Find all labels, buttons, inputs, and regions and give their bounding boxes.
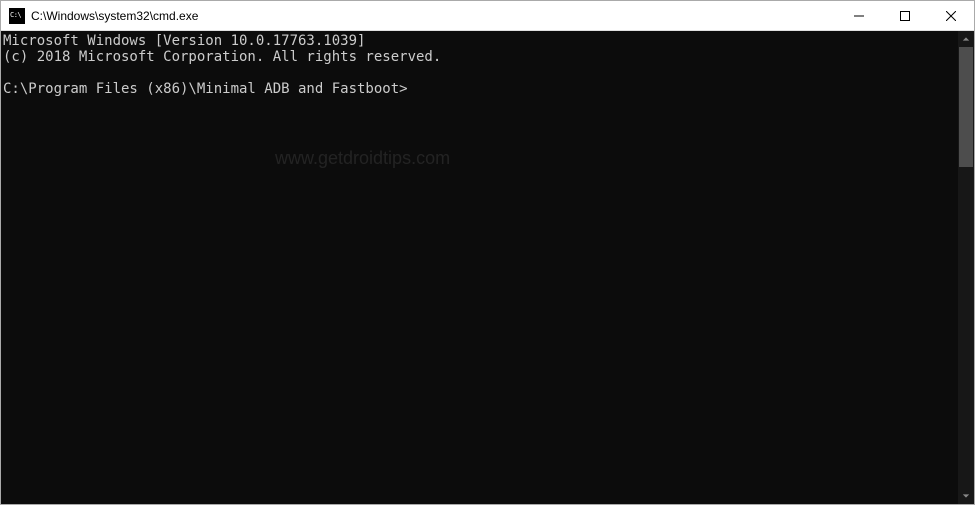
- vertical-scrollbar[interactable]: [958, 31, 974, 504]
- scroll-down-button[interactable]: [958, 488, 974, 504]
- close-icon: [946, 11, 956, 21]
- scrollbar-thumb[interactable]: [959, 47, 973, 167]
- console-area: Microsoft Windows [Version 10.0.17763.10…: [1, 31, 974, 504]
- close-button[interactable]: [928, 1, 974, 30]
- titlebar[interactable]: C:\Windows\system32\cmd.exe: [1, 1, 974, 31]
- console-output[interactable]: Microsoft Windows [Version 10.0.17763.10…: [1, 31, 958, 504]
- chevron-down-icon: [962, 492, 970, 500]
- window-title: C:\Windows\system32\cmd.exe: [31, 9, 836, 23]
- console-prompt: C:\Program Files (x86)\Minimal ADB and F…: [3, 81, 408, 97]
- cmd-icon: [9, 8, 25, 24]
- minimize-button[interactable]: [836, 1, 882, 30]
- chevron-up-icon: [962, 35, 970, 43]
- minimize-icon: [854, 11, 864, 21]
- cmd-window: C:\Windows\system32\cmd.exe Microsoft Wi…: [0, 0, 975, 505]
- window-controls: [836, 1, 974, 30]
- scroll-up-button[interactable]: [958, 31, 974, 47]
- console-line: (c) 2018 Microsoft Corporation. All righ…: [3, 49, 441, 65]
- console-line: Microsoft Windows [Version 10.0.17763.10…: [3, 33, 365, 49]
- maximize-icon: [900, 11, 910, 21]
- maximize-button[interactable]: [882, 1, 928, 30]
